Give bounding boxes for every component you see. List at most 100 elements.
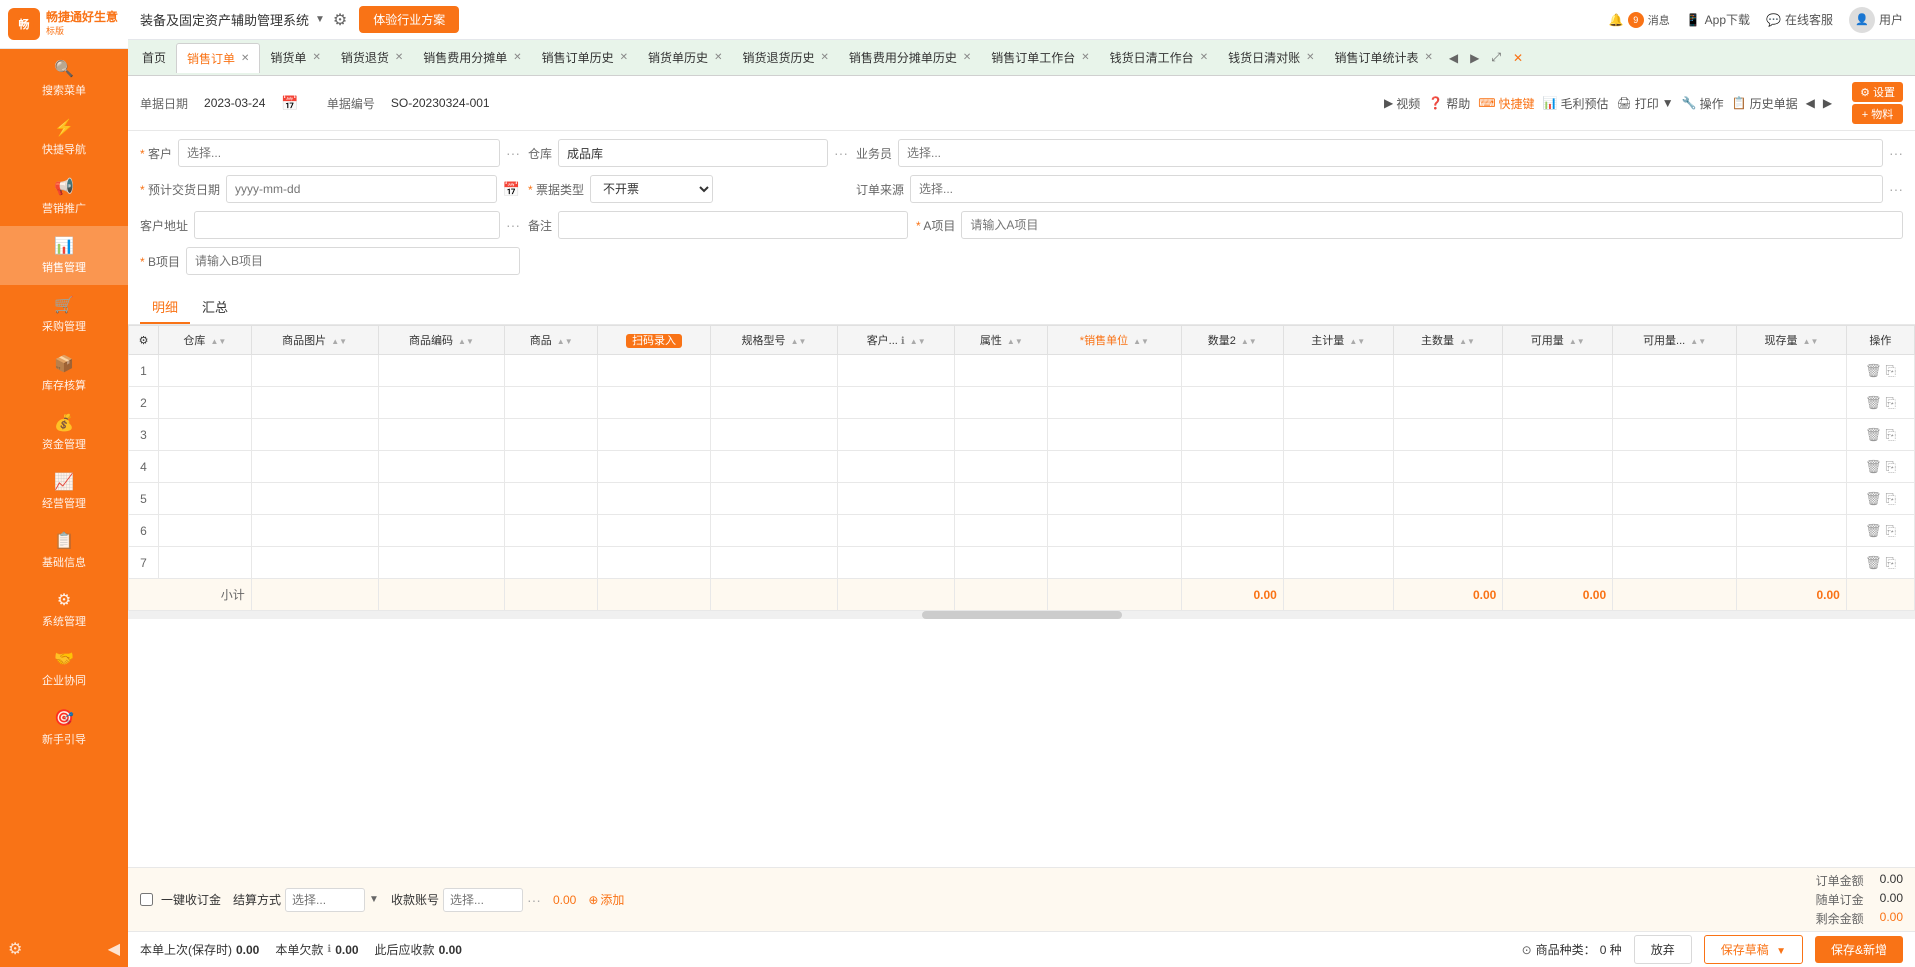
row-main-qty-5[interactable] [1393, 483, 1503, 515]
discard-button[interactable]: 放弃 [1634, 935, 1692, 964]
row-delete-icon-6[interactable]: 🗑 [1865, 523, 1882, 539]
row-image-7[interactable] [251, 547, 378, 579]
sidebar-item-库存核算[interactable]: 📦库存核算 [0, 344, 128, 403]
row-copy-icon-4[interactable]: ⎘ [1885, 459, 1895, 475]
row-available-7[interactable] [1503, 547, 1613, 579]
row-copy-icon-2[interactable]: ⎘ [1885, 395, 1895, 411]
tab-close-8[interactable]: ✕ [963, 52, 971, 63]
tab-close-1[interactable]: ✕ [241, 53, 249, 64]
row-stock-6[interactable] [1737, 515, 1847, 547]
row-customer-code-6[interactable] [837, 515, 955, 547]
tab-4[interactable]: 销售费用分摊单✕ [413, 43, 531, 72]
row-attr-3[interactable] [955, 419, 1048, 451]
payment-method-input[interactable] [285, 888, 365, 912]
row-available2-3[interactable] [1613, 419, 1737, 451]
row-delete-icon-1[interactable]: 🗑 [1865, 363, 1882, 379]
row-available-5[interactable] [1503, 483, 1613, 515]
row-product-1[interactable] [505, 355, 598, 387]
print-btn[interactable]: 🖨打印▼ [1617, 95, 1674, 112]
row-stock-5[interactable] [1737, 483, 1847, 515]
row-code-1[interactable] [378, 355, 505, 387]
row-qty2-6[interactable] [1181, 515, 1283, 547]
row-available2-5[interactable] [1613, 483, 1737, 515]
row-unit-5[interactable] [1048, 483, 1181, 515]
tab-next-btn[interactable]: ▶ [1464, 49, 1485, 67]
tab-1[interactable]: 销售订单✕ [176, 43, 260, 73]
topbar-gear-icon[interactable]: ⚙ [333, 10, 347, 30]
delivery-date-input[interactable] [226, 175, 497, 203]
order-source-dots[interactable]: ··· [1889, 181, 1903, 197]
order-source-input[interactable] [910, 175, 1883, 203]
row-product-7[interactable] [505, 547, 598, 579]
row-stock-3[interactable] [1737, 419, 1847, 451]
row-product-6[interactable] [505, 515, 598, 547]
col-customer-code-header[interactable]: 客户... ℹ ▲▼ [837, 326, 955, 355]
note-input[interactable] [558, 211, 908, 239]
tab-close-5[interactable]: ✕ [620, 52, 628, 63]
row-unit-3[interactable] [1048, 419, 1181, 451]
row-main-unit-2[interactable] [1283, 387, 1393, 419]
col-settings-header[interactable]: ⚙ [129, 326, 159, 355]
row-warehouse-6[interactable] [159, 515, 252, 547]
row-warehouse-1[interactable] [159, 355, 252, 387]
row-image-3[interactable] [251, 419, 378, 451]
row-stock-2[interactable] [1737, 387, 1847, 419]
tab-close-6[interactable]: ✕ [714, 52, 722, 63]
help-btn[interactable]: ❓帮助 [1428, 95, 1470, 112]
sidebar-item-经营管理[interactable]: 📈经营管理 [0, 462, 128, 521]
row-available2-7[interactable] [1613, 547, 1737, 579]
customer-input[interactable] [178, 139, 500, 167]
payment-arrow-icon[interactable]: ▼ [369, 894, 379, 905]
row-main-unit-3[interactable] [1283, 419, 1393, 451]
row-stock-7[interactable] [1737, 547, 1847, 579]
row-main-qty-1[interactable] [1393, 355, 1503, 387]
col-main-qty-header[interactable]: 主数量 ▲▼ [1393, 326, 1503, 355]
col-unit-header[interactable]: *销售单位 ▲▼ [1048, 326, 1181, 355]
row-copy-icon-7[interactable]: ⎘ [1885, 555, 1895, 571]
row-customer-code-5[interactable] [837, 483, 955, 515]
tab-detail[interactable]: 明细 [140, 291, 190, 324]
col-main-unit-header[interactable]: 主计量 ▲▼ [1283, 326, 1393, 355]
row-main-qty-6[interactable] [1393, 515, 1503, 547]
sidebar-item-搜索菜单[interactable]: 🔍搜索菜单 [0, 49, 128, 108]
row-attr-5[interactable] [955, 483, 1048, 515]
row-customer-code-1[interactable] [837, 355, 955, 387]
row-unit-6[interactable] [1048, 515, 1181, 547]
row-code-4[interactable] [378, 451, 505, 483]
row-unit-7[interactable] [1048, 547, 1181, 579]
video-btn[interactable]: ▶视频 [1384, 95, 1420, 112]
row-unit-1[interactable] [1048, 355, 1181, 387]
sidebar-item-销售管理[interactable]: 📊销售管理 [0, 226, 128, 285]
row-available2-2[interactable] [1613, 387, 1737, 419]
row-available-1[interactable] [1503, 355, 1613, 387]
row-spec-6[interactable] [711, 515, 838, 547]
col-warehouse-header[interactable]: 仓库 ▲▼ [159, 326, 252, 355]
row-product-5[interactable] [505, 483, 598, 515]
row-code-3[interactable] [378, 419, 505, 451]
sidebar-item-新手引导[interactable]: 🎯新手引导 [0, 698, 128, 757]
row-spec-2[interactable] [711, 387, 838, 419]
calendar-icon[interactable]: 📅 [281, 95, 298, 112]
account-input[interactable] [443, 888, 523, 912]
tab-6[interactable]: 销货单历史✕ [638, 43, 732, 72]
online-service-item[interactable]: 💬 在线客服 [1766, 11, 1833, 28]
row-image-4[interactable] [251, 451, 378, 483]
row-main-qty-7[interactable] [1393, 547, 1503, 579]
row-unit-2[interactable] [1048, 387, 1181, 419]
col-stock-header[interactable]: 现存量 ▲▼ [1737, 326, 1847, 355]
tab-close-7[interactable]: ✕ [820, 52, 828, 63]
tab-11[interactable]: 钱货日清对账✕ [1218, 43, 1324, 72]
add-btn[interactable]: ⊕ 添加 [588, 891, 624, 908]
tab-0[interactable]: 首页 [132, 43, 176, 72]
row-product-3[interactable] [505, 419, 598, 451]
row-customer-code-7[interactable] [837, 547, 955, 579]
row-customer-code-2[interactable] [837, 387, 955, 419]
row-warehouse-2[interactable] [159, 387, 252, 419]
row-scan-2[interactable] [598, 387, 711, 419]
sidebar-item-快捷导航[interactable]: ⚡快捷导航 [0, 108, 128, 167]
row-stock-4[interactable] [1737, 451, 1847, 483]
b-project-input[interactable] [186, 247, 520, 275]
save-draft-button[interactable]: 保存草稿 ▼ [1704, 935, 1803, 964]
operation-btn[interactable]: 🔧操作 [1682, 95, 1724, 112]
row-available2-4[interactable] [1613, 451, 1737, 483]
